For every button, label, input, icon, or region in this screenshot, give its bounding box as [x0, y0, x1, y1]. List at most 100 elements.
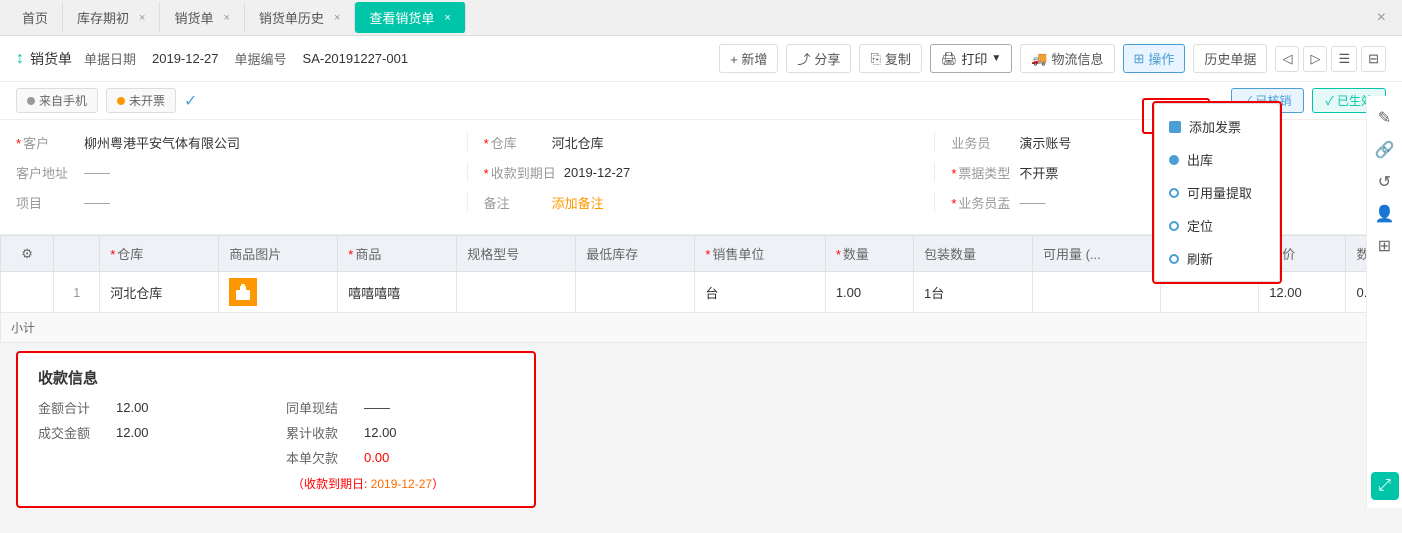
- sidebar-rotate-icon[interactable]: ↺: [1371, 168, 1399, 196]
- tab-sales-history-close[interactable]: ×: [334, 12, 340, 24]
- customer-value: 柳州粤港平安气体有限公司: [84, 133, 240, 152]
- sidebar-edit-icon[interactable]: ✎: [1371, 104, 1399, 132]
- new-button[interactable]: + 新增: [719, 44, 778, 73]
- project-field: 项目 ——: [16, 193, 451, 212]
- tab-view-sales-close[interactable]: ×: [444, 12, 450, 24]
- tab-sales-history[interactable]: 销货单历史 ×: [245, 2, 355, 33]
- tab-inventory-label: 库存期初: [77, 8, 129, 27]
- operation-dropdown: 添加发票 出库 可用量提取 定位 刷新: [1154, 103, 1280, 282]
- ticket-value: 不开票: [1019, 163, 1058, 182]
- grid-view-button[interactable]: ☰: [1331, 46, 1357, 72]
- add-note-link[interactable]: 添加备注: [552, 193, 604, 212]
- row-min-stock: [576, 272, 695, 313]
- product-image: [229, 278, 257, 306]
- col-available: 可用量 (...: [1032, 236, 1160, 272]
- copy-label: 复制: [885, 49, 911, 68]
- available-qty-label: 可用量提取: [1187, 183, 1252, 202]
- sidebar-link-icon[interactable]: 🔗: [1371, 136, 1399, 164]
- share-icon: ⤴: [797, 49, 810, 68]
- main-content: ↕ 销货单 单据日期 2019-12-27 单据编号 SA-20191227-0…: [0, 36, 1402, 508]
- print-button[interactable]: 🖨 打印 ▼: [930, 44, 1012, 73]
- row-available: [1032, 272, 1160, 313]
- sidebar-fullscreen-icon[interactable]: ⤢: [1371, 472, 1399, 500]
- address-value: ——: [84, 165, 110, 180]
- col-settings[interactable]: ⚙: [1, 236, 54, 272]
- col-spec: 规格型号: [457, 236, 576, 272]
- col-product-img: 商品图片: [219, 236, 338, 272]
- from-phone-button[interactable]: 来自手机: [16, 88, 98, 113]
- col-product: 商品: [338, 236, 457, 272]
- summary-collected: 累计收款 12.00: [286, 423, 514, 442]
- tab-home[interactable]: 首页: [8, 2, 63, 33]
- tab-sales-close[interactable]: ×: [223, 12, 229, 24]
- window-close-button[interactable]: ×: [1369, 5, 1394, 31]
- operation-button[interactable]: ⊞ 操作: [1123, 44, 1186, 73]
- new-label: + 新增: [730, 49, 767, 68]
- summary-title: 收款信息: [38, 367, 514, 388]
- doc-type-label: 销货单: [30, 49, 72, 69]
- phone-dot: [27, 97, 35, 105]
- history-label: 历史单据: [1204, 49, 1256, 68]
- menu-add-invoice[interactable]: 添加发票: [1155, 110, 1279, 143]
- deal-amount-value: 12.00: [116, 425, 149, 440]
- menu-outbound[interactable]: 出库: [1155, 143, 1279, 176]
- tab-home-label: 首页: [22, 8, 48, 27]
- number-label: 单据编号: [235, 49, 287, 68]
- sidebar-user-icon[interactable]: 👤: [1371, 200, 1399, 228]
- warehouse-field: 仓库 河北仓库: [484, 133, 919, 152]
- history-button[interactable]: 历史单据: [1193, 44, 1267, 73]
- warehouse-value: 河北仓库: [552, 133, 604, 152]
- row-settings: [1, 272, 54, 313]
- tab-inventory-close[interactable]: ×: [139, 12, 145, 24]
- tab-inventory[interactable]: 库存期初 ×: [63, 2, 160, 33]
- print-dropdown-icon: ▼: [991, 53, 1001, 64]
- customer-label: 客户: [16, 133, 76, 152]
- dropdown-container: 添加发票 出库 可用量提取 定位 刷新: [1152, 101, 1282, 284]
- row-product: 嘻嘻嘻嘻: [338, 272, 457, 313]
- summary-box: 收款信息 金额合计 12.00 同单现结 —— 成交金额 12.00 累计收款 …: [16, 351, 536, 508]
- tab-sales[interactable]: 销货单 ×: [160, 2, 244, 33]
- not-open-dot: [117, 97, 125, 105]
- collected-value: 12.00: [364, 425, 397, 440]
- list-view-button[interactable]: ⊟: [1361, 46, 1386, 72]
- sidebar-table-icon[interactable]: ⊞: [1371, 232, 1399, 260]
- warehouse-label: 仓库: [484, 133, 544, 152]
- subtotal-row: 小计: [1, 313, 1402, 343]
- next-button[interactable]: ▷: [1303, 46, 1327, 72]
- outbound-icon: [1169, 155, 1179, 165]
- amount-label: 金额合计: [38, 398, 108, 417]
- number-value: SA-20191227-001: [303, 51, 409, 66]
- col-unit: 销售单位: [695, 236, 826, 272]
- row-qty: 1.00: [825, 272, 913, 313]
- address-label: 客户地址: [16, 163, 76, 182]
- doc-header: ↕ 销货单 单据日期 2019-12-27 单据编号 SA-20191227-0…: [0, 36, 1402, 82]
- due-date-field: 收款到期日 2019-12-27: [484, 163, 919, 182]
- copy-button[interactable]: ⎘ 复制: [859, 44, 921, 73]
- project-label: 项目: [16, 193, 76, 212]
- print-label: 打印: [961, 49, 987, 68]
- date-value: 2019-12-27: [152, 51, 219, 66]
- prev-button[interactable]: ◁: [1275, 46, 1299, 72]
- doc-title: ↕ 销货单: [16, 49, 72, 69]
- row-unit: 台: [695, 272, 826, 313]
- refresh-label: 刷新: [1187, 249, 1213, 268]
- row-num: 1: [54, 272, 100, 313]
- same-settle-value: ——: [364, 400, 390, 415]
- tab-view-sales[interactable]: 查看销货单 ×: [355, 2, 465, 33]
- amount-value: 12.00: [116, 400, 149, 415]
- col-rownum: [54, 236, 100, 272]
- menu-available-qty[interactable]: 可用量提取: [1155, 176, 1279, 209]
- menu-locate[interactable]: 定位: [1155, 209, 1279, 242]
- not-open-button[interactable]: 未开票: [106, 88, 176, 113]
- date-label: 单据日期: [84, 49, 136, 68]
- summary-amount: 金额合计 12.00: [38, 398, 266, 417]
- row-pkg-qty: 1台: [913, 272, 1032, 313]
- due-date-label: 收款到期日: [484, 163, 556, 182]
- col-pkg-qty: 包装数量: [913, 236, 1032, 272]
- operation-label: 操作: [1148, 49, 1174, 68]
- col-min-stock: 最低库存: [576, 236, 695, 272]
- col-qty: 数量: [825, 236, 913, 272]
- menu-refresh[interactable]: 刷新: [1155, 242, 1279, 275]
- share-button[interactable]: ⤴ 分享: [786, 44, 851, 73]
- logistics-button[interactable]: 🚚 物流信息: [1020, 44, 1114, 73]
